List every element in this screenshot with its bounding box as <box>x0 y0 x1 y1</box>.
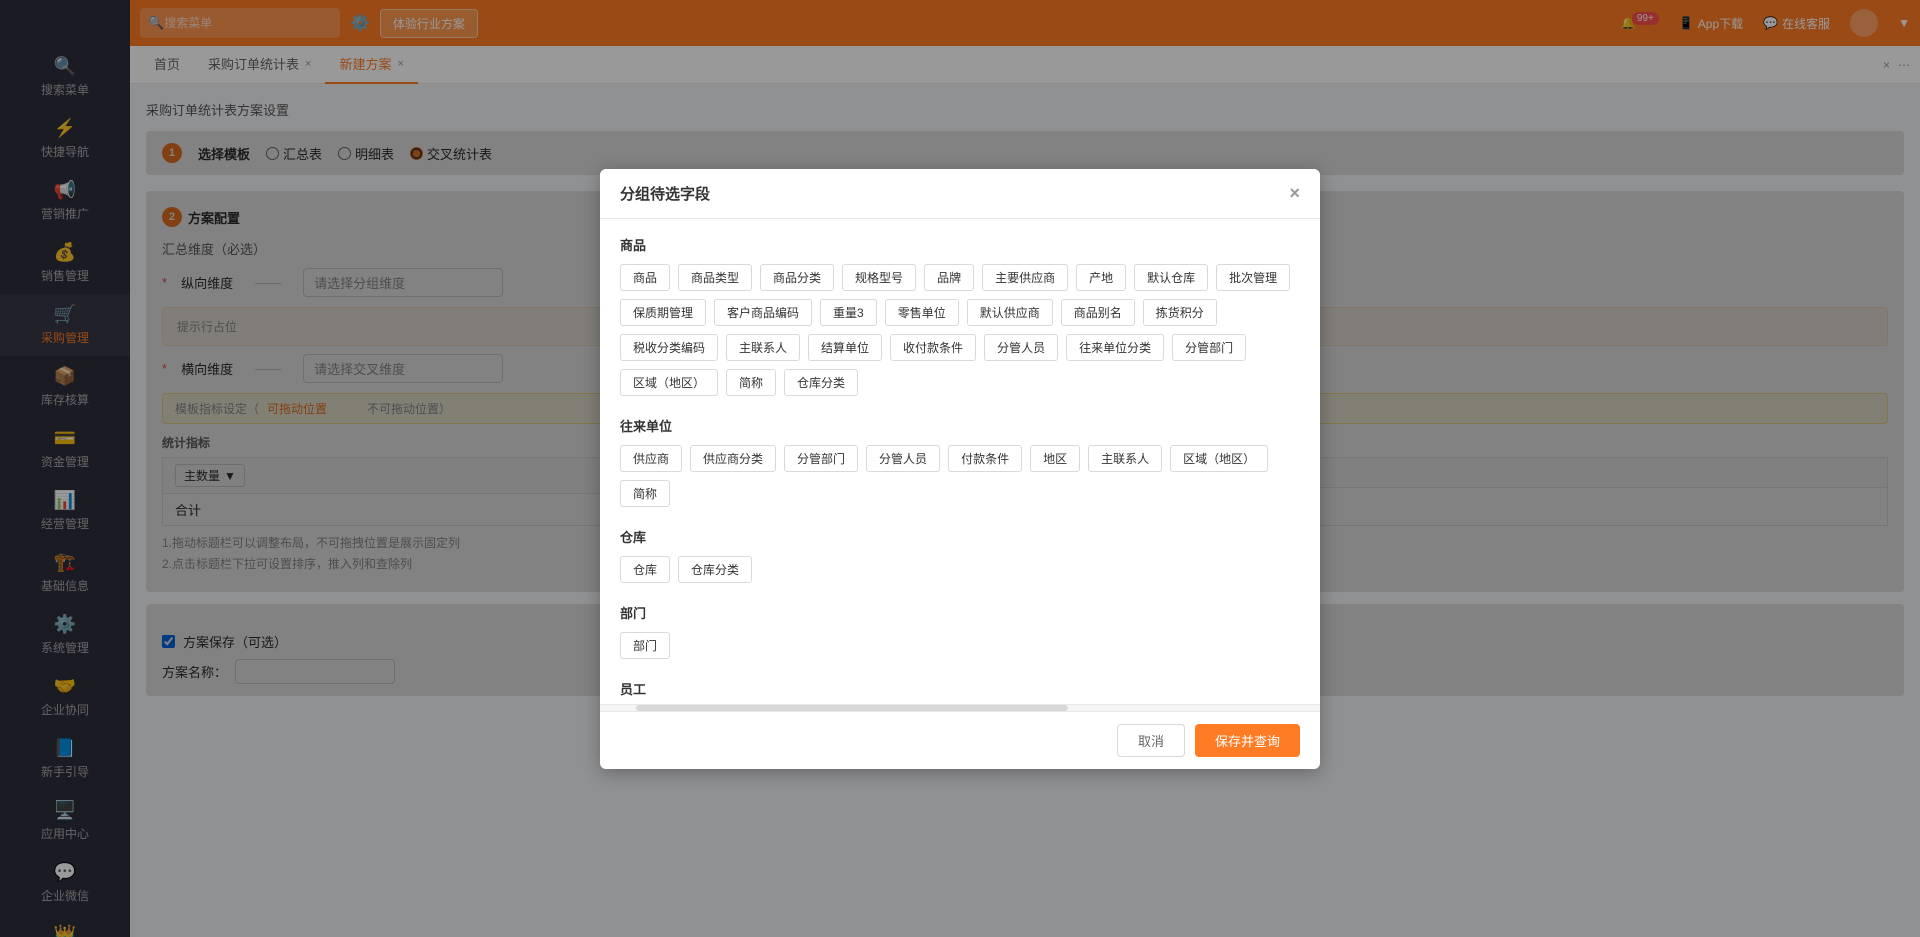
field-tag[interactable]: 规格型号 <box>842 264 916 291</box>
field-tag[interactable]: 默认供应商 <box>967 299 1053 326</box>
field-tag[interactable]: 产地 <box>1076 264 1126 291</box>
field-tag[interactable]: 分管部门 <box>784 445 858 472</box>
field-tag[interactable]: 收付款条件 <box>890 334 976 361</box>
field-tag[interactable]: 区域（地区） <box>620 369 718 396</box>
field-tag[interactable]: 拣货积分 <box>1143 299 1217 326</box>
field-tag[interactable]: 商品 <box>620 264 670 291</box>
field-tag[interactable]: 部门 <box>620 632 670 659</box>
field-select-dialog: 分组待选字段 × 商品 商品 商品类型 商品分类 规格型号 品牌 主要供应商 产… <box>600 169 1320 769</box>
field-tag[interactable]: 主要供应商 <box>982 264 1068 291</box>
section-product-title: 商品 <box>620 235 1300 254</box>
field-tag[interactable]: 仓库分类 <box>784 369 858 396</box>
field-tag[interactable]: 税收分类编码 <box>620 334 718 361</box>
field-tag[interactable]: 商品别名 <box>1061 299 1135 326</box>
dialog-header: 分组待选字段 × <box>600 169 1320 219</box>
section-partner-title: 往来单位 <box>620 416 1300 435</box>
confirm-button[interactable]: 保存并查询 <box>1195 724 1300 757</box>
section-emp-title: 员工 <box>620 679 1300 698</box>
product-fields: 商品 商品类型 商品分类 规格型号 品牌 主要供应商 产地 默认仓库 批次管理 … <box>620 264 1300 396</box>
field-tag[interactable]: 仓库 <box>620 556 670 583</box>
section-department: 部门 部门 <box>620 603 1300 659</box>
field-tag[interactable]: 批次管理 <box>1216 264 1290 291</box>
dialog-hscrollbar[interactable] <box>600 704 1320 711</box>
section-employee: 员工 业务员 <box>620 679 1300 704</box>
field-tag[interactable]: 分管部门 <box>1172 334 1246 361</box>
field-tag[interactable]: 客户商品编码 <box>714 299 812 326</box>
field-tag[interactable]: 默认仓库 <box>1134 264 1208 291</box>
dialog-footer: 取消 保存并查询 <box>600 711 1320 769</box>
dialog-close-btn[interactable]: × <box>1289 183 1300 204</box>
partner-fields: 供应商 供应商分类 分管部门 分管人员 付款条件 地区 主联系人 区域（地区） … <box>620 445 1300 507</box>
cancel-button[interactable]: 取消 <box>1117 724 1185 757</box>
field-tag[interactable]: 品牌 <box>924 264 974 291</box>
field-tag[interactable]: 结算单位 <box>808 334 882 361</box>
field-tag[interactable]: 供应商 <box>620 445 682 472</box>
field-tag[interactable]: 主联系人 <box>726 334 800 361</box>
field-tag[interactable]: 重量3 <box>820 299 877 326</box>
field-tag[interactable]: 保质期管理 <box>620 299 706 326</box>
field-tag[interactable]: 供应商分类 <box>690 445 776 472</box>
field-tag[interactable]: 分管人员 <box>984 334 1058 361</box>
field-tag[interactable]: 仓库分类 <box>678 556 752 583</box>
field-tag[interactable]: 分管人员 <box>866 445 940 472</box>
field-tag[interactable]: 零售单位 <box>885 299 959 326</box>
section-dept-title: 部门 <box>620 603 1300 622</box>
section-partner: 往来单位 供应商 供应商分类 分管部门 分管人员 付款条件 地区 主联系人 区域… <box>620 416 1300 507</box>
section-warehouse-title: 仓库 <box>620 527 1300 546</box>
dialog-body[interactable]: 商品 商品 商品类型 商品分类 规格型号 品牌 主要供应商 产地 默认仓库 批次… <box>600 219 1320 704</box>
dialog-title: 分组待选字段 <box>620 183 710 204</box>
field-tag[interactable]: 往来单位分类 <box>1066 334 1164 361</box>
field-tag[interactable]: 主联系人 <box>1088 445 1162 472</box>
section-product: 商品 商品 商品类型 商品分类 规格型号 品牌 主要供应商 产地 默认仓库 批次… <box>620 235 1300 396</box>
field-tag[interactable]: 付款条件 <box>948 445 1022 472</box>
field-tag[interactable]: 简称 <box>726 369 776 396</box>
field-tag[interactable]: 商品分类 <box>760 264 834 291</box>
field-tag[interactable]: 商品类型 <box>678 264 752 291</box>
field-tag[interactable]: 区域（地区） <box>1170 445 1268 472</box>
warehouse-fields: 仓库 仓库分类 <box>620 556 1300 583</box>
field-tag[interactable]: 简称 <box>620 480 670 507</box>
field-tag[interactable]: 地区 <box>1030 445 1080 472</box>
section-warehouse: 仓库 仓库 仓库分类 <box>620 527 1300 583</box>
dept-fields: 部门 <box>620 632 1300 659</box>
overlay: 分组待选字段 × 商品 商品 商品类型 商品分类 规格型号 品牌 主要供应商 产… <box>0 0 1920 937</box>
